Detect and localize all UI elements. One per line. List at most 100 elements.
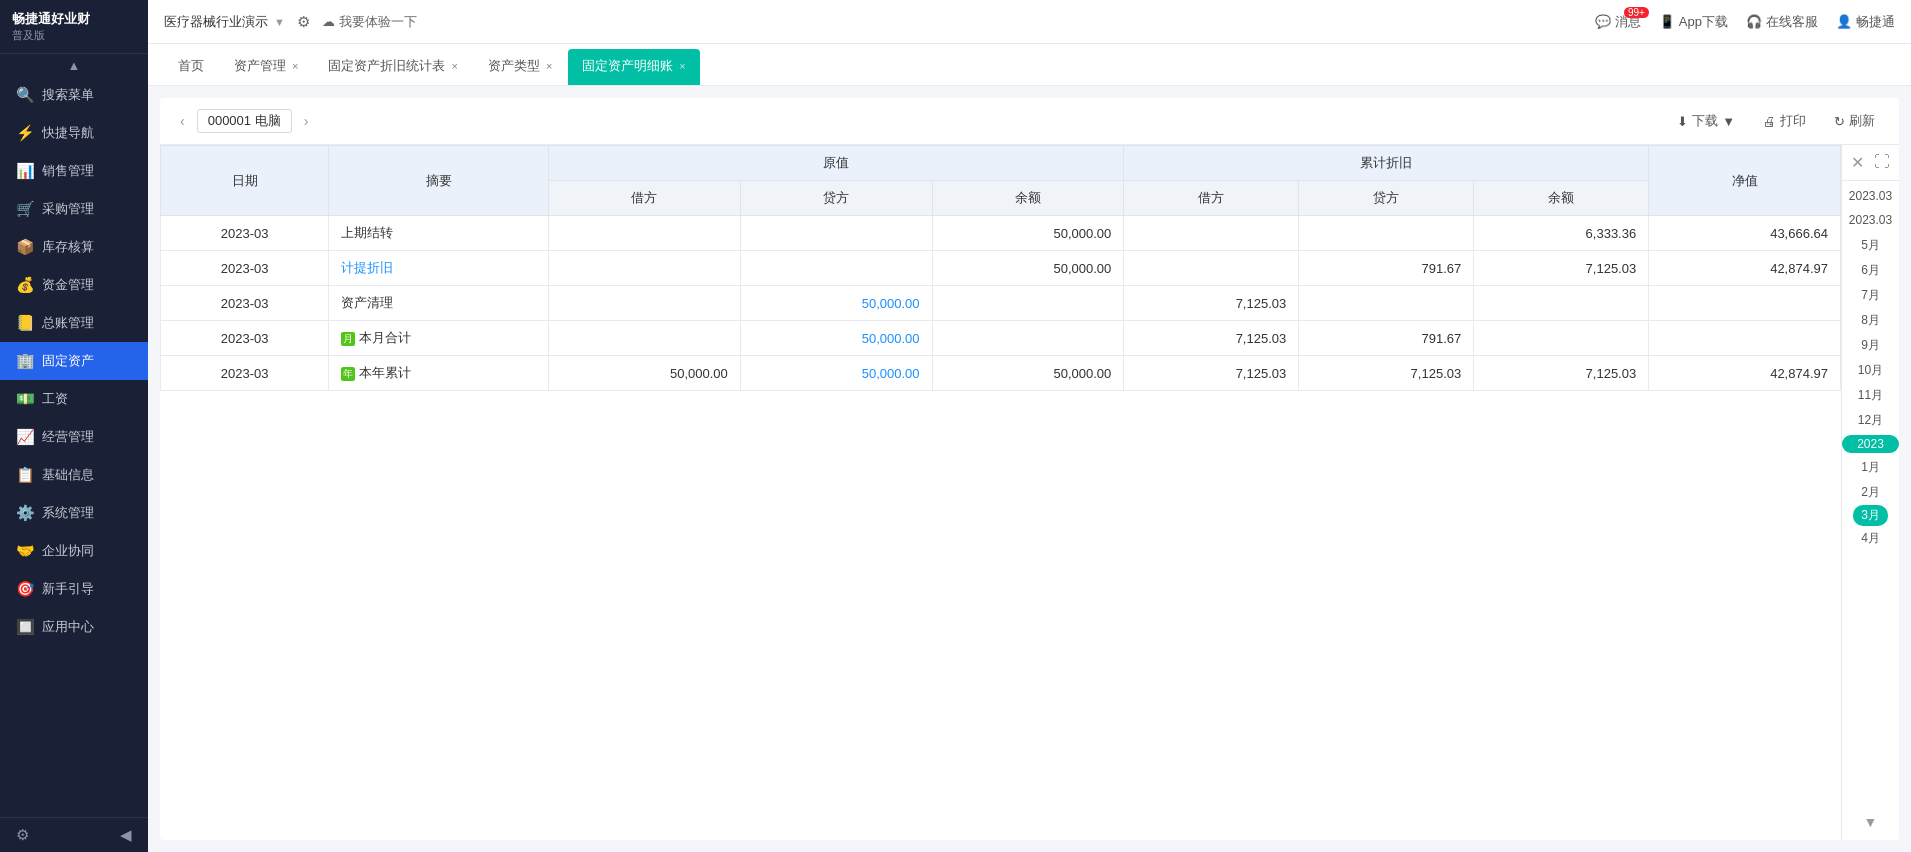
sidebar-menu: 🔍 搜索菜单 ⚡快捷导航📊销售管理🛒采购管理📦库存核算💰资金管理📒总账管理🏢固定资产…: [0, 76, 148, 817]
main-panel: ‹ 000001 电脑 › ⬇ 下载 ▼ 🖨 打印 ↻ 刷新: [160, 98, 1899, 840]
timeline-month-2月[interactable]: 2月: [1853, 480, 1888, 505]
download-chevron: ▼: [1722, 114, 1735, 129]
collapse-sidebar-icon[interactable]: ◀: [120, 826, 132, 844]
cell-depr-balance: [1474, 321, 1649, 356]
table-row: 2023-03 年本年累计 50,000.00 50,000.00 50,000…: [161, 356, 1841, 391]
cell-date: 2023-03: [161, 356, 329, 391]
timeline-month-3月[interactable]: 3月: [1853, 505, 1888, 526]
sidebar-item-system[interactable]: ⚙️系统管理: [0, 494, 148, 532]
cell-depr-balance: 6,333.36: [1474, 216, 1649, 251]
timeline-year-2023[interactable]: 2023: [1842, 435, 1899, 453]
sidebar-item-fixed-asset[interactable]: 🏢固定资产: [0, 342, 148, 380]
app-download-btn[interactable]: 📱 App下载: [1659, 13, 1728, 31]
panel-toolbar: ‹ 000001 电脑 › ⬇ 下载 ▼ 🖨 打印 ↻ 刷新: [160, 98, 1899, 145]
tab-asset-detail-close[interactable]: ×: [679, 60, 685, 72]
timeline-month-7月[interactable]: 7月: [1858, 283, 1883, 308]
sidebar-item-label: 企业协同: [42, 542, 94, 560]
sidebar-item-payroll[interactable]: 💵工资: [0, 380, 148, 418]
inventory-icon: 📦: [16, 238, 34, 256]
sidebar-item-label: 搜索菜单: [42, 86, 94, 104]
timeline-month-11月[interactable]: 11月: [1858, 383, 1883, 408]
sidebar-item-ledger[interactable]: 📒总账管理: [0, 304, 148, 342]
tab-depreciation-stats-close[interactable]: ×: [451, 60, 457, 72]
tab-asset-mgmt-close[interactable]: ×: [292, 60, 298, 72]
sidebar-item-base-info[interactable]: 📋基础信息: [0, 456, 148, 494]
timeline-month-12月[interactable]: 12月: [1858, 408, 1883, 433]
sidebar-item-finance[interactable]: 💰资金管理: [0, 266, 148, 304]
topbar: 医疗器械行业演示 ▼ ⚙ ☁ 我要体验一下 💬 消息 99+ 📱 App下载 🎧…: [148, 0, 1911, 44]
timeline-month-6月[interactable]: 6月: [1858, 258, 1883, 283]
tab-asset-type[interactable]: 资产类型 ×: [474, 49, 566, 85]
sidebar-item-label: 新手引导: [42, 580, 94, 598]
download-icon: ⬇: [1677, 114, 1688, 129]
sidebar: 畅捷通好业财 普及版 ▲ 🔍 搜索菜单 ⚡快捷导航📊销售管理🛒采购管理📦库存核算💰资…: [0, 0, 148, 852]
timeline-down-icon[interactable]: ▼: [1860, 810, 1882, 834]
col-orig-credit: 贷方: [740, 181, 932, 216]
base-info-icon: 📋: [16, 466, 34, 484]
sidebar-item-guide[interactable]: 🎯 新手引导: [0, 570, 148, 608]
app-center-icon: 🔲: [16, 618, 34, 636]
experience-btn[interactable]: ☁ 我要体验一下: [322, 13, 417, 31]
tab-asset-mgmt[interactable]: 资产管理 ×: [220, 49, 312, 85]
tab-home[interactable]: 首页: [164, 49, 218, 85]
sidebar-item-quick-nav[interactable]: ⚡快捷导航: [0, 114, 148, 152]
timeline-month-4月[interactable]: 4月: [1853, 526, 1888, 551]
prev-asset-btn[interactable]: ‹: [176, 111, 189, 131]
next-asset-btn[interactable]: ›: [300, 111, 313, 131]
search-icon: 🔍: [16, 86, 34, 104]
cell-orig-balance: 50,000.00: [932, 356, 1124, 391]
experience-icon: ☁: [322, 14, 335, 29]
timeline-month-5月[interactable]: 5月: [1858, 233, 1883, 258]
tab-asset-type-close[interactable]: ×: [546, 60, 552, 72]
col-date: 日期: [161, 146, 329, 216]
user-icon: 👤: [1836, 14, 1852, 29]
cell-date: 2023-03: [161, 321, 329, 356]
cell-depr-balance: [1474, 286, 1649, 321]
app-download-label: App下载: [1679, 13, 1728, 31]
cell-depr-balance: 7,125.03: [1474, 251, 1649, 286]
sidebar-item-search[interactable]: 🔍 搜索菜单: [0, 76, 148, 114]
sidebar-item-label: 系统管理: [42, 504, 94, 522]
timeline-month-10月[interactable]: 10月: [1858, 358, 1883, 383]
tab-asset-detail[interactable]: 固定资产明细账 ×: [568, 49, 699, 85]
app-title: 畅捷通好业财: [12, 10, 136, 28]
tab-asset-mgmt-label: 资产管理: [234, 57, 286, 75]
customer-service-btn[interactable]: 🎧 在线客服: [1746, 13, 1818, 31]
settings-icon[interactable]: ⚙: [16, 826, 29, 844]
cell-orig-debit: [549, 286, 741, 321]
topbar-gear-icon[interactable]: ⚙: [297, 13, 310, 31]
timeline-before-years: 5月6月7月8月9月10月11月12月: [1858, 233, 1883, 433]
timeline-month-1月[interactable]: 1月: [1853, 455, 1888, 480]
timeline-month-9月[interactable]: 9月: [1858, 333, 1883, 358]
close-right-panel-icon[interactable]: ✕: [1851, 153, 1864, 172]
timeline-month-8月[interactable]: 8月: [1858, 308, 1883, 333]
refresh-btn[interactable]: ↻ 刷新: [1826, 108, 1883, 134]
sidebar-item-inventory[interactable]: 📦库存核算: [0, 228, 148, 266]
cell-orig-debit: [549, 321, 741, 356]
tab-asset-detail-label: 固定资产明细账: [582, 57, 673, 75]
guide-icon: 🎯: [16, 580, 34, 598]
ledger-icon: 📒: [16, 314, 34, 332]
sidebar-item-sales[interactable]: 📊销售管理: [0, 152, 148, 190]
download-btn[interactable]: ⬇ 下载 ▼: [1669, 108, 1743, 134]
messages-btn[interactable]: 💬 消息 99+: [1595, 13, 1641, 31]
sidebar-item-label: 采购管理: [42, 200, 94, 218]
expand-right-panel-icon[interactable]: ⛶: [1874, 153, 1890, 172]
col-depr-credit: 贷方: [1299, 181, 1474, 216]
sidebar-item-collaboration[interactable]: 🤝企业协同: [0, 532, 148, 570]
sidebar-item-operation[interactable]: 📈经营管理: [0, 418, 148, 456]
customer-service-icon: 🎧: [1746, 14, 1762, 29]
sidebar-logo: 畅捷通好业财 普及版: [0, 0, 148, 54]
cell-desc: 资产清理: [329, 286, 549, 321]
sidebar-item-purchase[interactable]: 🛒采购管理: [0, 190, 148, 228]
print-btn[interactable]: 🖨 打印: [1755, 108, 1814, 134]
cell-orig-debit: [549, 251, 741, 286]
sidebar-scroll-up[interactable]: ▲: [0, 54, 148, 76]
cell-orig-balance: [932, 286, 1124, 321]
refresh-label: 刷新: [1849, 112, 1875, 130]
company-selector[interactable]: 医疗器械行业演示 ▼: [164, 13, 285, 31]
cell-date: 2023-03: [161, 216, 329, 251]
sidebar-item-app-center[interactable]: 🔲应用中心: [0, 608, 148, 646]
user-btn[interactable]: 👤 畅捷通: [1836, 13, 1895, 31]
tab-depreciation-stats[interactable]: 固定资产折旧统计表 ×: [314, 49, 471, 85]
